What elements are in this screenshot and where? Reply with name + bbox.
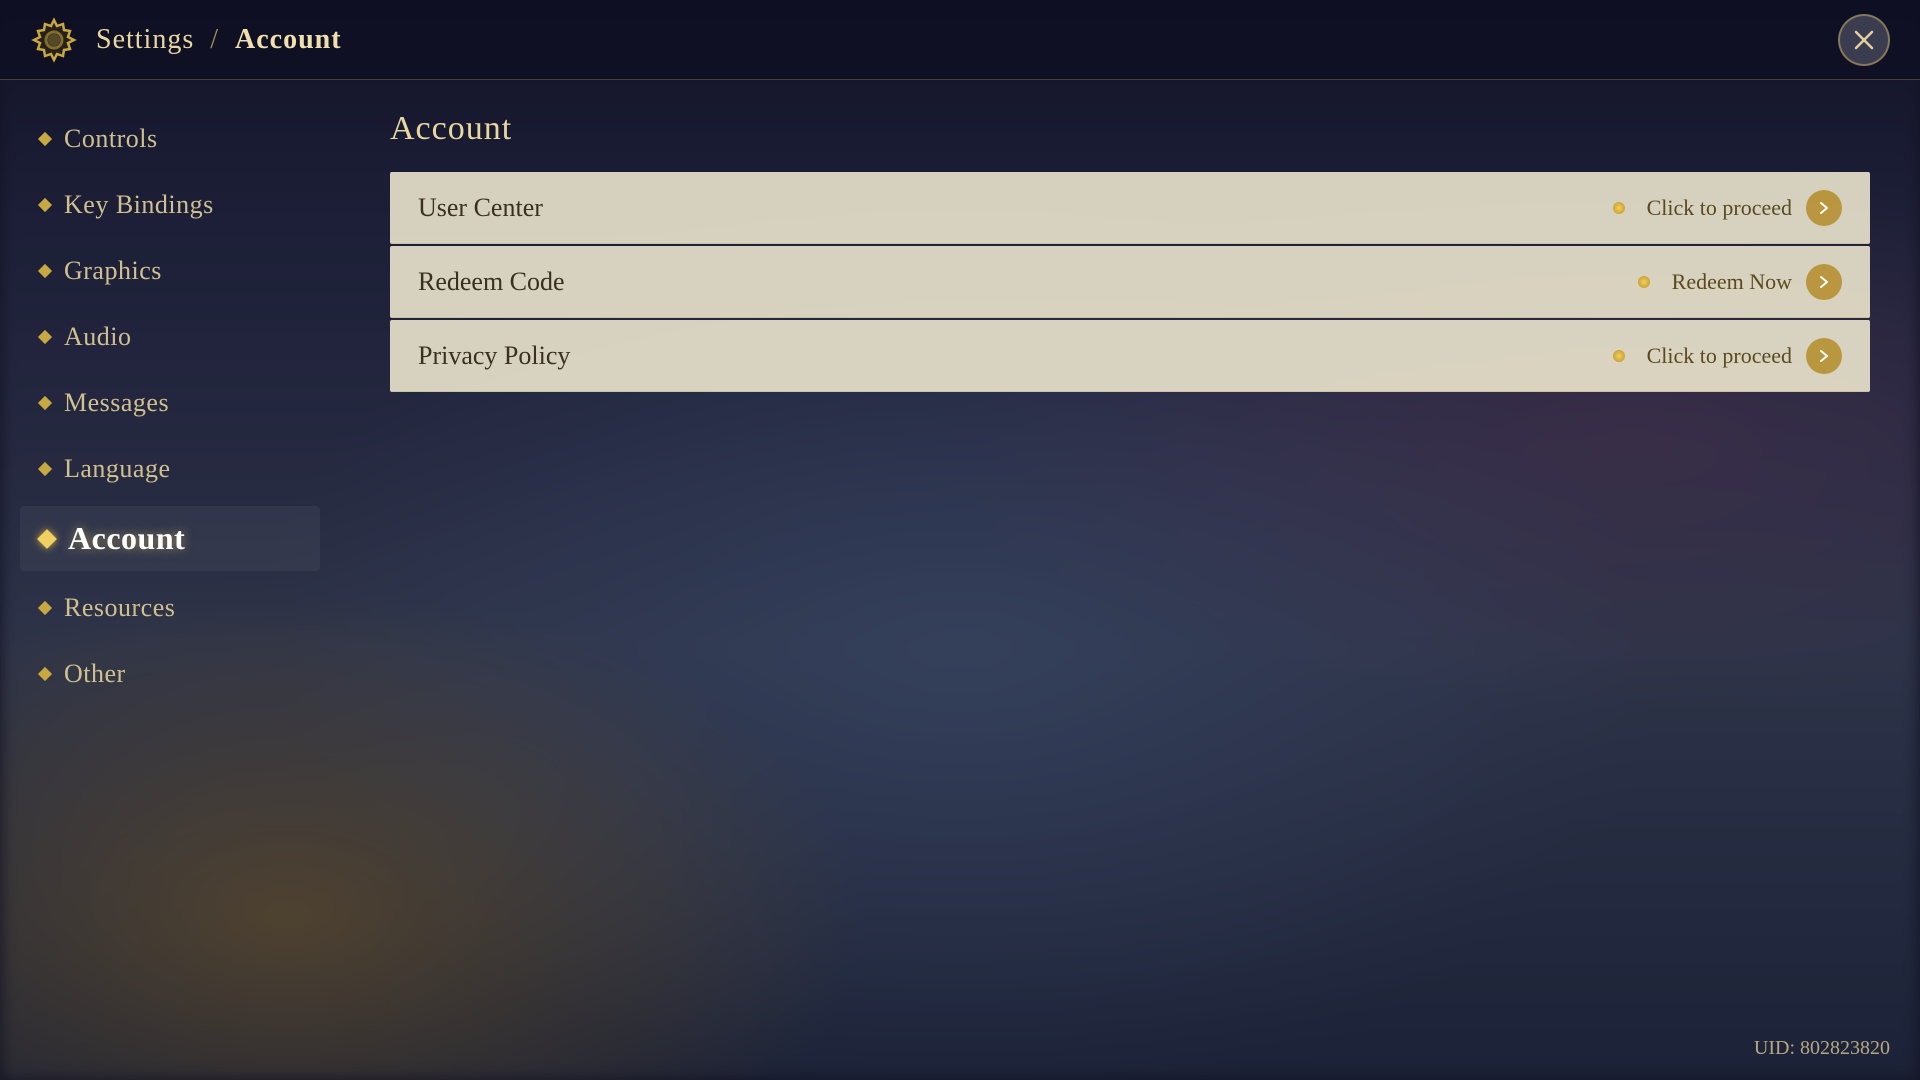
uid-display: UID: 802823820 bbox=[1754, 1037, 1890, 1060]
panel-title: Account bbox=[390, 110, 1870, 148]
sidebar-item-messages[interactable]: Messages bbox=[20, 374, 320, 432]
sidebar-item-key-bindings-label: Key Bindings bbox=[64, 190, 214, 220]
privacy-policy-right: Click to proceed bbox=[1613, 338, 1842, 374]
sidebar-item-language[interactable]: Language bbox=[20, 440, 320, 498]
sidebar: Controls Key Bindings Graphics Audio Mes… bbox=[0, 80, 340, 1080]
arrow-right-icon bbox=[1817, 201, 1831, 215]
user-center-right: Click to proceed bbox=[1613, 190, 1842, 226]
privacy-policy-label: Privacy Policy bbox=[418, 341, 570, 371]
breadcrumb: Settings / Account bbox=[96, 24, 342, 56]
redeem-code-action: Redeem Now bbox=[1672, 269, 1792, 295]
breadcrumb-current-page: Account bbox=[235, 24, 342, 55]
bullet-icon bbox=[38, 396, 52, 410]
account-row-redeem-code[interactable]: Redeem Code Redeem Now bbox=[390, 246, 1870, 318]
sidebar-item-key-bindings[interactable]: Key Bindings bbox=[20, 176, 320, 234]
bullet-icon bbox=[38, 667, 52, 681]
user-center-label: User Center bbox=[418, 193, 543, 223]
sidebar-item-other[interactable]: Other bbox=[20, 645, 320, 703]
account-row-privacy-policy[interactable]: Privacy Policy Click to proceed bbox=[390, 320, 1870, 392]
arrow-right-icon bbox=[1817, 275, 1831, 289]
sidebar-item-messages-label: Messages bbox=[64, 388, 169, 418]
redeem-code-arrow-icon bbox=[1806, 264, 1842, 300]
active-bullet-icon bbox=[37, 529, 57, 549]
sidebar-item-graphics-label: Graphics bbox=[64, 256, 162, 286]
arrow-right-icon bbox=[1817, 349, 1831, 363]
sidebar-item-resources-label: Resources bbox=[64, 593, 175, 623]
bullet-icon bbox=[38, 264, 52, 278]
sidebar-item-resources[interactable]: Resources bbox=[20, 579, 320, 637]
close-icon bbox=[1852, 28, 1876, 52]
sidebar-item-account-label: Account bbox=[68, 520, 185, 557]
bullet-icon bbox=[38, 330, 52, 344]
bullet-icon bbox=[38, 462, 52, 476]
sidebar-item-controls-label: Controls bbox=[64, 124, 158, 154]
bullet-icon bbox=[38, 198, 52, 212]
bullet-icon bbox=[38, 601, 52, 615]
redeem-code-right: Redeem Now bbox=[1638, 264, 1842, 300]
account-items: User Center Click to proceed Redeem Code bbox=[390, 172, 1870, 392]
sidebar-item-audio-label: Audio bbox=[64, 322, 132, 352]
sidebar-item-audio[interactable]: Audio bbox=[20, 308, 320, 366]
gold-dot-icon bbox=[1613, 202, 1625, 214]
sidebar-item-controls[interactable]: Controls bbox=[20, 110, 320, 168]
account-row-user-center[interactable]: User Center Click to proceed bbox=[390, 172, 1870, 244]
user-center-arrow-icon bbox=[1806, 190, 1842, 226]
privacy-policy-arrow-icon bbox=[1806, 338, 1842, 374]
gear-icon bbox=[30, 16, 78, 64]
breadcrumb-separator: / bbox=[210, 24, 219, 55]
top-bar: Settings / Account bbox=[0, 0, 1920, 80]
gold-dot-icon bbox=[1613, 350, 1625, 362]
right-panel: Account User Center Click to proceed Re bbox=[340, 80, 1920, 1080]
main-content: Controls Key Bindings Graphics Audio Mes… bbox=[0, 80, 1920, 1080]
user-center-action: Click to proceed bbox=[1647, 195, 1792, 221]
bullet-icon bbox=[38, 132, 52, 146]
breadcrumb-settings: Settings bbox=[96, 24, 194, 55]
sidebar-item-language-label: Language bbox=[64, 454, 171, 484]
redeem-code-label: Redeem Code bbox=[418, 267, 565, 297]
sidebar-item-graphics[interactable]: Graphics bbox=[20, 242, 320, 300]
gold-dot-icon bbox=[1638, 276, 1650, 288]
privacy-policy-action: Click to proceed bbox=[1647, 343, 1792, 369]
sidebar-item-account[interactable]: Account bbox=[20, 506, 320, 571]
close-button[interactable] bbox=[1838, 14, 1890, 66]
sidebar-item-other-label: Other bbox=[64, 659, 126, 689]
